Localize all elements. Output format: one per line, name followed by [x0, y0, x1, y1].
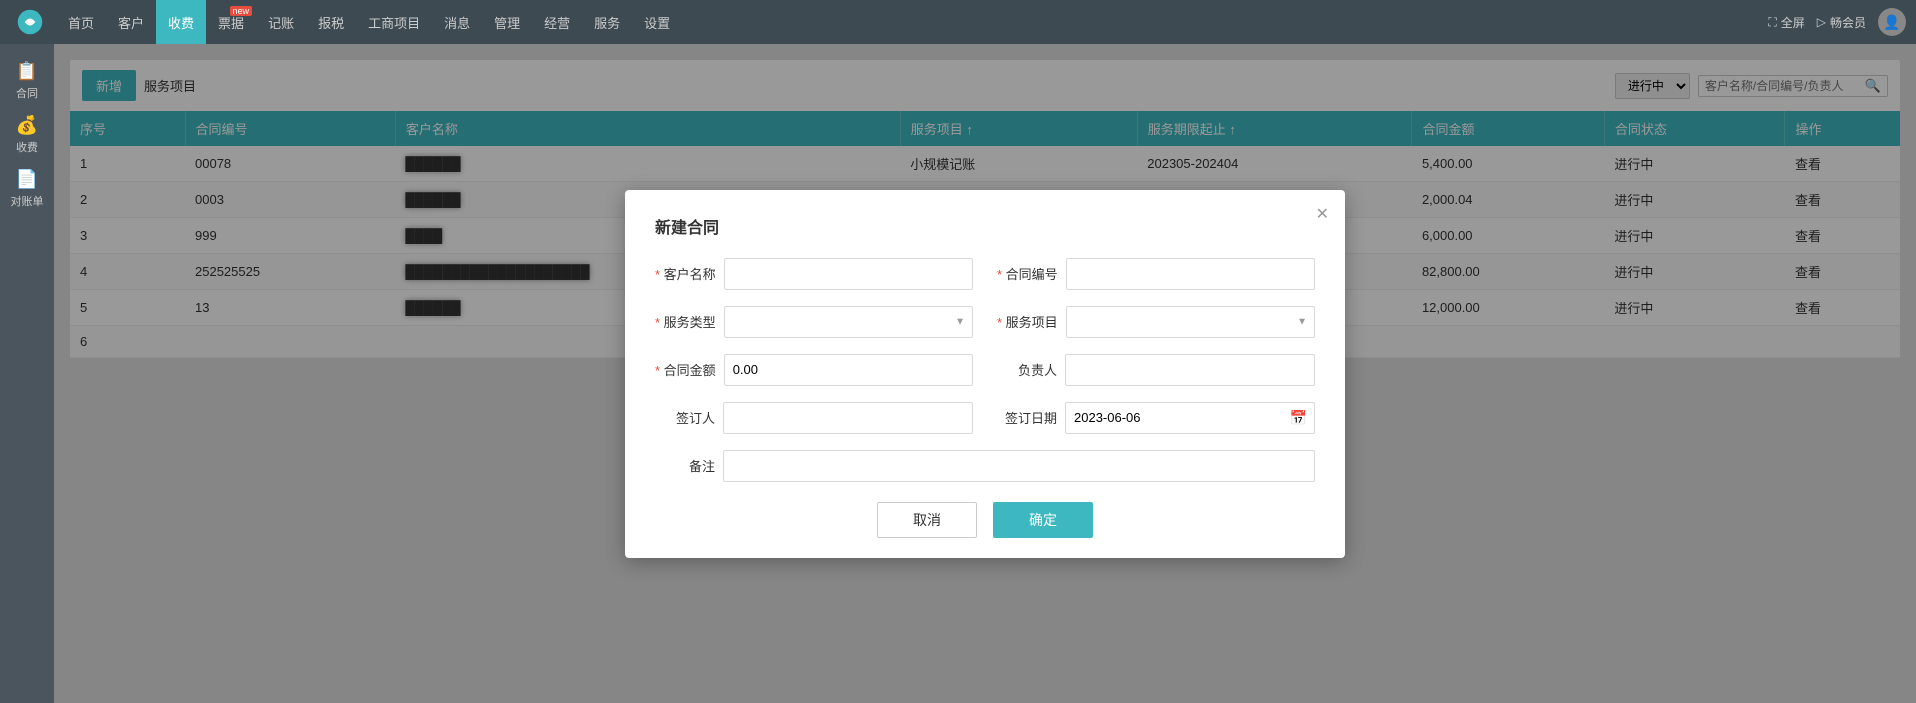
nav-tax[interactable]: 报税 [306, 0, 356, 44]
play-icon: ▷ [1817, 15, 1826, 29]
sign-date-label: 签订日期 [997, 408, 1057, 427]
modal-form: 客户名称 合同编号 服务类型 ▼ [655, 258, 1315, 482]
service-item-label: 服务项目 [997, 312, 1058, 331]
service-type-label: 服务类型 [655, 312, 716, 331]
fee-icon: 💰 [16, 115, 38, 136]
form-row-signatory: 签订人 [655, 402, 973, 434]
responsible-input[interactable] [1065, 354, 1315, 386]
cancel-button[interactable]: 取消 [877, 502, 977, 538]
contract-icon: 📋 [16, 61, 38, 82]
amount-label: 合同金额 [655, 360, 716, 379]
nav-settings[interactable]: 设置 [632, 0, 682, 44]
reconciliation-icon: 📄 [16, 169, 38, 190]
sidebar: 📋 合同 💰 收费 📄 对账单 [0, 44, 54, 703]
avatar[interactable]: 👤 [1878, 8, 1906, 36]
sign-date-input[interactable] [1065, 402, 1315, 434]
modal-title: 新建合同 [655, 214, 1315, 238]
nav-right-actions: ⛶ 全屏 ▷ 畅会员 👤 [1768, 8, 1906, 36]
fullscreen-button[interactable]: ⛶ 全屏 [1768, 14, 1804, 31]
service-type-select[interactable] [724, 306, 973, 338]
sidebar-item-fee[interactable]: 💰 收费 [0, 108, 54, 162]
content-area: 新增 服务项目 进行中 已完成 全部 🔍 [54, 44, 1916, 703]
contract-no-label: 合同编号 [997, 264, 1058, 283]
sidebar-item-reconciliation[interactable]: 📄 对账单 [0, 162, 54, 216]
responsible-label: 负责人 [997, 360, 1057, 379]
customer-name-input[interactable] [724, 258, 973, 290]
new-contract-modal: 新建合同 ✕ 客户名称 合同编号 服务类型 [625, 190, 1345, 558]
form-row-contract-no: 合同编号 [997, 258, 1315, 290]
form-row-responsible: 负责人 [997, 354, 1315, 386]
sidebar-item-contract[interactable]: 📋 合同 [0, 54, 54, 108]
form-row-service-type: 服务类型 ▼ [655, 306, 973, 338]
nav-customer[interactable]: 客户 [106, 0, 156, 44]
signatory-input[interactable] [723, 402, 973, 434]
service-item-select[interactable] [1066, 306, 1315, 338]
form-row-remark: 备注 [655, 450, 1315, 482]
nav-home[interactable]: 首页 [56, 0, 106, 44]
top-navigation: 首页 客户 收费 票据 new 记账 报税 工商项目 消息 管理 经营 服务 设… [0, 0, 1916, 44]
nav-service[interactable]: 服务 [582, 0, 632, 44]
confirm-button[interactable]: 确定 [993, 502, 1093, 538]
nav-bookkeeping[interactable]: 记账 [256, 0, 306, 44]
form-row-customer: 客户名称 [655, 258, 973, 290]
amount-input[interactable] [724, 354, 973, 386]
nav-fee[interactable]: 收费 [156, 0, 206, 44]
modal-overlay: 新建合同 ✕ 客户名称 合同编号 服务类型 [54, 44, 1916, 703]
contract-no-input[interactable] [1066, 258, 1315, 290]
remark-input[interactable] [723, 450, 1315, 482]
main-layout: 📋 合同 💰 收费 📄 对账单 新增 服务项目 进行中 已完成 全部 [0, 44, 1916, 703]
nav-operation[interactable]: 经营 [532, 0, 582, 44]
service-type-select-wrap: ▼ [724, 306, 973, 338]
avatar-icon: 👤 [1883, 14, 1900, 31]
fullscreen-icon: ⛶ [1768, 15, 1776, 30]
app-logo [10, 2, 50, 42]
customer-label: 客户名称 [655, 264, 716, 283]
member-button[interactable]: ▷ 畅会员 [1817, 14, 1866, 31]
nav-bizproject[interactable]: 工商项目 [356, 0, 432, 44]
form-row-sign-date: 签订日期 📅 [997, 402, 1315, 434]
form-row-amount: 合同金额 [655, 354, 973, 386]
nav-invoice[interactable]: 票据 new [206, 0, 256, 44]
nav-manage[interactable]: 管理 [482, 0, 532, 44]
modal-footer: 取消 确定 [655, 502, 1315, 538]
sign-date-wrap: 📅 [1065, 402, 1315, 434]
new-badge: new [230, 6, 253, 16]
signatory-label: 签订人 [655, 408, 715, 427]
modal-close-button[interactable]: ✕ [1316, 204, 1329, 224]
form-row-service-item: 服务项目 ▼ [997, 306, 1315, 338]
remark-label: 备注 [655, 456, 715, 475]
service-item-select-wrap: ▼ [1066, 306, 1315, 338]
nav-message[interactable]: 消息 [432, 0, 482, 44]
